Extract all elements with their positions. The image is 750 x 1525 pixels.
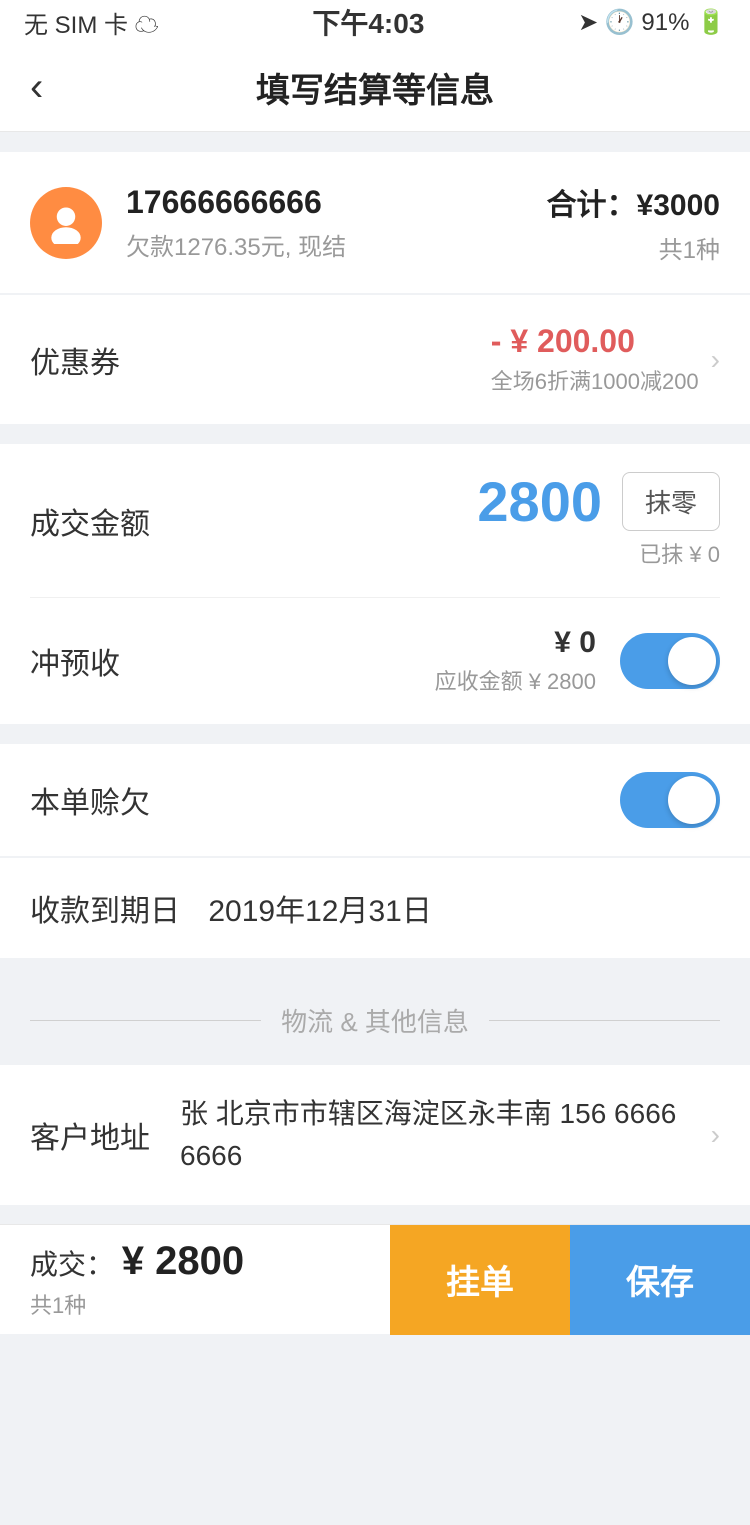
round-button[interactable]: 抹零 <box>622 472 720 531</box>
status-right: ➤ 🕐 91% 🔋 <box>578 8 726 37</box>
transaction-label: 成交金额 <box>30 499 150 543</box>
status-left: 无 SIM 卡 ☁ <box>24 5 159 40</box>
transaction-right: 2800 抹零 已抹 ¥ 0 <box>477 472 720 569</box>
customer-card: 17666666666 欠款1276.35元, 现结 合计：¥3000 共1种 <box>0 152 750 293</box>
bottom-bar: 成交： ¥ 2800 共1种 挂单 保存 <box>0 1224 750 1334</box>
address-value: 张 北京市市辖区海淀区永丰南 156 6666 6666 <box>180 1093 711 1177</box>
customer-info: 17666666666 欠款1276.35元, 现结 <box>126 184 547 262</box>
battery-icon: ➤ 🕐 91% 🔋 <box>578 8 726 37</box>
bottom-deal-line: 成交： ¥ 2800 <box>30 1239 360 1284</box>
hold-button[interactable]: 挂单 <box>390 1225 570 1335</box>
flush-amount-col: ¥ 0 应收金额 ¥ 2800 <box>435 626 596 696</box>
flush-prepay-toggle[interactable] <box>620 633 720 689</box>
bottom-summary: 成交： ¥ 2800 共1种 <box>0 1239 390 1320</box>
bottom-count: 共1种 <box>30 1288 360 1320</box>
chevron-right-icon: › <box>711 344 720 376</box>
sim-status: 无 SIM 卡 ☁ <box>24 5 159 40</box>
flush-sub: 应收金额 ¥ 2800 <box>435 664 596 696</box>
save-button[interactable]: 保存 <box>570 1225 750 1335</box>
separator-2 <box>0 724 750 744</box>
divider-line-right <box>489 1020 720 1021</box>
coupon-discount: - ¥ 200.00 <box>491 323 699 360</box>
separator-1 <box>0 424 750 444</box>
flush-prepay-row: 冲预收 ¥ 0 应收金额 ¥ 2800 <box>30 598 720 724</box>
total-amount: 合计：¥3000 <box>547 180 720 224</box>
due-date-value: 2019年12月31日 <box>208 895 431 928</box>
bottom-deal-amount: ¥ 2800 <box>122 1239 244 1283</box>
debt-row: 本单赊欠 <box>30 744 720 856</box>
total-count: 共1种 <box>547 230 720 265</box>
coupon-row[interactable]: 优惠券 - ¥ 200.00 全场6折满1000减200 › <box>0 295 750 424</box>
back-button[interactable]: ‹ <box>30 65 90 110</box>
logistics-label: 物流 & 其他信息 <box>281 1002 469 1039</box>
nav-bar: ‹ 填写结算等信息 <box>0 44 750 132</box>
bottom-deal-label: 成交： <box>30 1249 114 1280</box>
address-label: 客户地址 <box>30 1113 150 1157</box>
status-time: 下午4:03 <box>312 2 424 42</box>
amount-right: 2800 抹零 <box>477 472 720 531</box>
flush-right: ¥ 0 应收金额 ¥ 2800 <box>435 626 720 696</box>
coupon-right: - ¥ 200.00 全场6折满1000减200 › <box>491 323 720 396</box>
debt-section: 本单赊欠 <box>0 744 750 856</box>
amount-sub: 已抹 ¥ 0 <box>477 537 720 569</box>
flush-prepay-label: 冲预收 <box>30 639 120 683</box>
amount-value: 2800 <box>477 474 602 530</box>
coupon-desc: 全场6折满1000减200 <box>491 364 699 396</box>
address-row[interactable]: 客户地址 张 北京市市辖区海淀区永丰南 156 6666 6666 › <box>0 1065 750 1205</box>
avatar <box>30 187 102 259</box>
user-icon <box>45 202 87 244</box>
flush-amount: ¥ 0 <box>435 626 596 660</box>
customer-debt: 欠款1276.35元, 现结 <box>126 227 547 262</box>
form-section: 成交金额 2800 抹零 已抹 ¥ 0 冲预收 ¥ 0 应收金额 ¥ 2800 <box>0 444 750 724</box>
customer-total: 合计：¥3000 共1种 <box>547 180 720 265</box>
due-date-row: 收款到期日 2019年12月31日 <box>0 858 750 958</box>
status-bar: 无 SIM 卡 ☁ 下午4:03 ➤ 🕐 91% 🔋 <box>0 0 750 44</box>
coupon-label: 优惠券 <box>30 338 120 382</box>
customer-phone: 17666666666 <box>126 184 547 221</box>
address-chevron-icon: › <box>711 1119 720 1151</box>
page-title: 填写结算等信息 <box>256 63 494 112</box>
due-date-label: 收款到期日 <box>30 895 180 928</box>
divider-line-left <box>30 1020 261 1021</box>
debt-label: 本单赊欠 <box>30 778 150 822</box>
transaction-amount-row: 成交金额 2800 抹零 已抹 ¥ 0 <box>30 444 720 598</box>
logistics-divider: 物流 & 其他信息 <box>0 978 750 1063</box>
debt-toggle[interactable] <box>620 772 720 828</box>
coupon-info: - ¥ 200.00 全场6折满1000减200 <box>491 323 699 396</box>
